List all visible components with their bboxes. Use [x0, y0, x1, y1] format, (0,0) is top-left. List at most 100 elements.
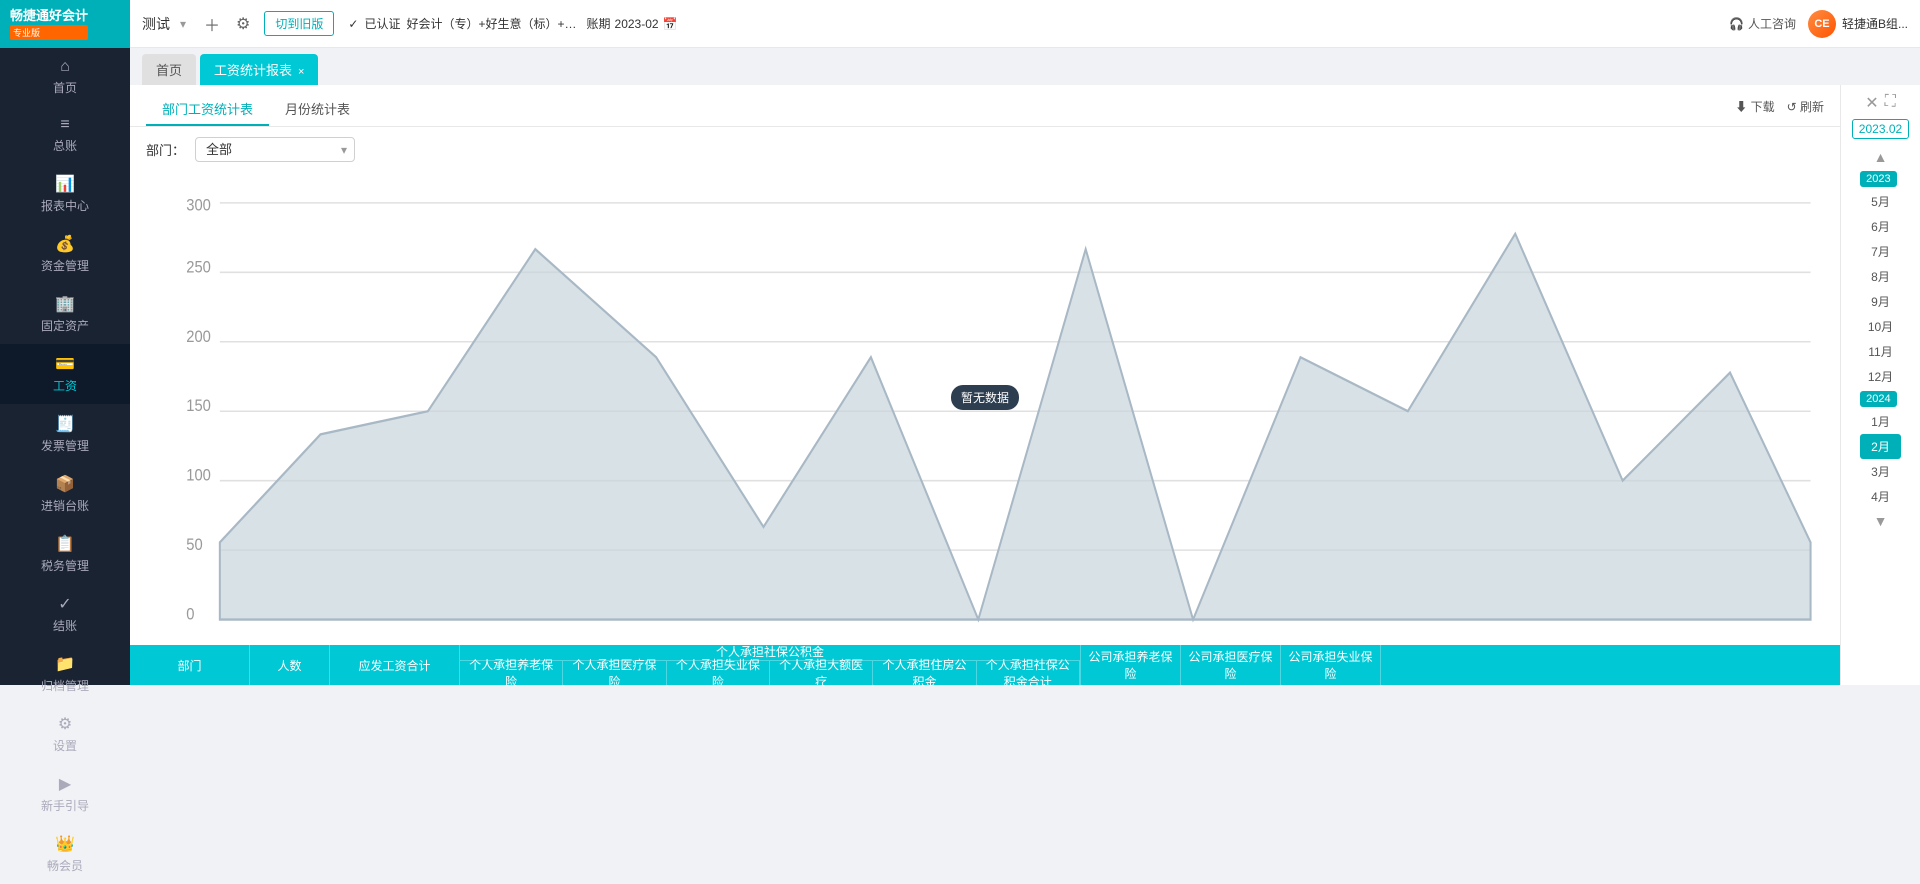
sidebar-label-capital: 资金管理	[41, 257, 89, 274]
sidebar-item-reports[interactable]: 📊报表中心	[0, 164, 130, 224]
sidebar-item-home[interactable]: ⌂首页	[0, 48, 130, 106]
sidebar-label-ledger: 总账	[53, 137, 77, 154]
panel-current-period: 2023.02	[1852, 119, 1909, 139]
sidebar: 畅捷通好会计 专业版 ⌂首页≡总账📊报表中心💰资金管理🏢固定资产💳工资🧾发票管理…	[0, 0, 130, 685]
month-10月[interactable]: 10月	[1860, 314, 1901, 339]
panel-down-chevron[interactable]: ▼	[1870, 509, 1892, 533]
refresh-button[interactable]: ↺ 刷新	[1787, 98, 1824, 115]
sidebar-item-invoice[interactable]: 🧾 发票管理	[0, 404, 130, 464]
month-2月[interactable]: 2月	[1860, 434, 1901, 459]
sidebar-item-trade[interactable]: 📦 进销台账	[0, 464, 130, 524]
guide-icon: ▶	[59, 774, 71, 794]
year-2024: 2024	[1860, 391, 1897, 407]
panel-nav: ▲ 20235月6月7月8月9月10月11月12月20241月2月3月4月 ▼	[1841, 145, 1920, 533]
home-icon: ⌂	[60, 58, 70, 76]
month-1月[interactable]: 1月	[1860, 409, 1901, 434]
status-text: 已认证	[364, 15, 400, 32]
dept-select[interactable]: 全部 财务部 销售部 行政部 技术部	[195, 137, 355, 162]
month-8月[interactable]: 8月	[1860, 264, 1901, 289]
sidebar-label-invoice: 发票管理	[41, 437, 89, 454]
sidebar-label-salary: 工资	[53, 377, 77, 394]
group-personal-insurance: 个人承担社保公积金 个人承担养老保险 个人承担医疗保险 个人承担失业保险 个人承…	[460, 645, 1081, 685]
svg-text:100: 100	[186, 467, 211, 485]
col-personal-major-medical: 个人承担大额医疗	[770, 661, 873, 685]
tab-home[interactable]: 首页	[142, 54, 196, 85]
col-headcount: 人数	[250, 645, 330, 685]
download-button[interactable]: ⬇ 下载	[1735, 98, 1774, 115]
sidebar-item-assets[interactable]: 🏢固定资产	[0, 284, 130, 344]
main-area: 测试 ▾ ＋ ⚙ 切到旧版 ✓ 已认证 好会计（专）+好生意（标）+… 账期 2…	[130, 0, 1920, 685]
sidebar-label-trade: 进销台账	[41, 497, 89, 514]
user-name: 轻捷通B组...	[1842, 15, 1908, 32]
tab-salary-report[interactable]: 工资统计报表×	[200, 54, 318, 85]
invoice-icon: 🧾	[55, 414, 75, 434]
col-personal-total: 个人承担社保公积金合计	[977, 661, 1080, 685]
logo-badge: 专业版	[10, 25, 88, 40]
support-button[interactable]: 🎧 人工咨询	[1729, 15, 1796, 32]
col-personal-housing-fund: 个人承担住房公积金	[873, 661, 976, 685]
col-company-unemployment: 公司承担失业保险	[1281, 645, 1381, 685]
company-dropdown-arrow[interactable]: ▾	[180, 17, 186, 31]
status-icon: ✓	[348, 17, 358, 31]
sidebar-item-salary[interactable]: 💳工资	[0, 344, 130, 404]
sidebar-item-ledger[interactable]: ≡总账	[0, 106, 130, 164]
sidebar-item-guide[interactable]: ▶新手引导	[0, 764, 130, 824]
expand-panel-button[interactable]: ⛶	[1885, 93, 1896, 113]
content-wrapper: 部门工资统计表 月份统计表 ⬇ 下载 ↺ 刷新 部门： 全部 财务部 销售部	[130, 85, 1920, 685]
sidebar-item-member[interactable]: 👑畅会员	[0, 824, 130, 884]
add-button[interactable]: ＋	[200, 10, 224, 38]
month-7月[interactable]: 7月	[1860, 239, 1901, 264]
support-label: 人工咨询	[1748, 15, 1796, 32]
tab-close-salary-report[interactable]: ×	[298, 66, 304, 78]
month-11月[interactable]: 11月	[1860, 339, 1901, 364]
period-value: 2023-02	[615, 17, 659, 31]
content-main: 部门工资统计表 月份统计表 ⬇ 下载 ↺ 刷新 部门： 全部 财务部 销售部	[130, 85, 1840, 685]
col-company-pension: 公司承担养老保险	[1081, 645, 1181, 685]
svg-text:250: 250	[186, 258, 211, 276]
old-mode-button[interactable]: 切到旧版	[264, 11, 334, 36]
sidebar-item-close[interactable]: ✓结账	[0, 584, 130, 644]
sidebar-item-settings[interactable]: ⚙设置	[0, 704, 130, 764]
chart-area: 0 50 100 150 200 250 300	[130, 172, 1840, 645]
company-name: 测试	[142, 14, 170, 34]
chart-svg: 0 50 100 150 200 250 300	[146, 172, 1824, 635]
month-4月[interactable]: 4月	[1860, 484, 1901, 509]
avatar: CE	[1808, 10, 1836, 38]
sidebar-item-capital[interactable]: 💰资金管理	[0, 224, 130, 284]
content: 部门工资统计表 月份统计表 ⬇ 下载 ↺ 刷新 部门： 全部 财务部 销售部	[130, 85, 1840, 685]
settings-icon[interactable]: ⚙	[232, 12, 254, 36]
col-personal-pension: 个人承担养老保险	[460, 661, 563, 685]
close-panel-button[interactable]: ✕	[1865, 93, 1878, 113]
sidebar-label-close: 结账	[53, 617, 77, 634]
sidebar-item-archive[interactable]: 📁 归档管理	[0, 644, 130, 704]
settings-icon: ⚙	[58, 714, 72, 734]
chart-path	[220, 234, 1811, 620]
user-menu[interactable]: CE 轻捷通B组...	[1808, 10, 1908, 38]
dept-filter-label: 部门：	[146, 140, 185, 159]
right-panel: ✕ ⛶ 2023.02 ▲ 20235月6月7月8月9月10月11月12月202…	[1840, 85, 1920, 685]
reports-icon: 📊	[55, 174, 75, 194]
sidebar-item-tax[interactable]: 📋税务管理	[0, 524, 130, 584]
subtabs-actions: ⬇ 下载 ↺ 刷新	[1735, 98, 1824, 121]
svg-text:150: 150	[186, 397, 211, 415]
topbar: 测试 ▾ ＋ ⚙ 切到旧版 ✓ 已认证 好会计（专）+好生意（标）+… 账期 2…	[130, 0, 1920, 48]
month-12月[interactable]: 12月	[1860, 364, 1901, 389]
col-personal-medical: 个人承担医疗保险	[563, 661, 666, 685]
tabbar: 首页工资统计报表×	[130, 48, 1920, 85]
month-5月[interactable]: 5月	[1860, 189, 1901, 214]
month-9月[interactable]: 9月	[1860, 289, 1901, 314]
month-6月[interactable]: 6月	[1860, 214, 1901, 239]
archive-icon: 📁	[55, 654, 75, 674]
col-dept: 部门	[130, 645, 250, 685]
panel-up-chevron[interactable]: ▲	[1870, 145, 1892, 169]
topbar-period: 账期 2023-02 📅	[587, 15, 678, 32]
table-footer: 部门 人数 应发工资合计 个人承担社保公积金 个人承担养老保险 个人承担医疗保险	[130, 645, 1840, 685]
assets-icon: 🏢	[55, 294, 75, 314]
month-3月[interactable]: 3月	[1860, 459, 1901, 484]
subtab-dept[interactable]: 部门工资统计表	[146, 93, 269, 126]
subtab-monthly[interactable]: 月份统计表	[269, 93, 366, 126]
sidebar-label-archive: 归档管理	[41, 677, 89, 694]
col-total-salary: 应发工资合计	[330, 645, 460, 685]
calendar-icon[interactable]: 📅	[663, 17, 678, 31]
trade-icon: 📦	[55, 474, 75, 494]
